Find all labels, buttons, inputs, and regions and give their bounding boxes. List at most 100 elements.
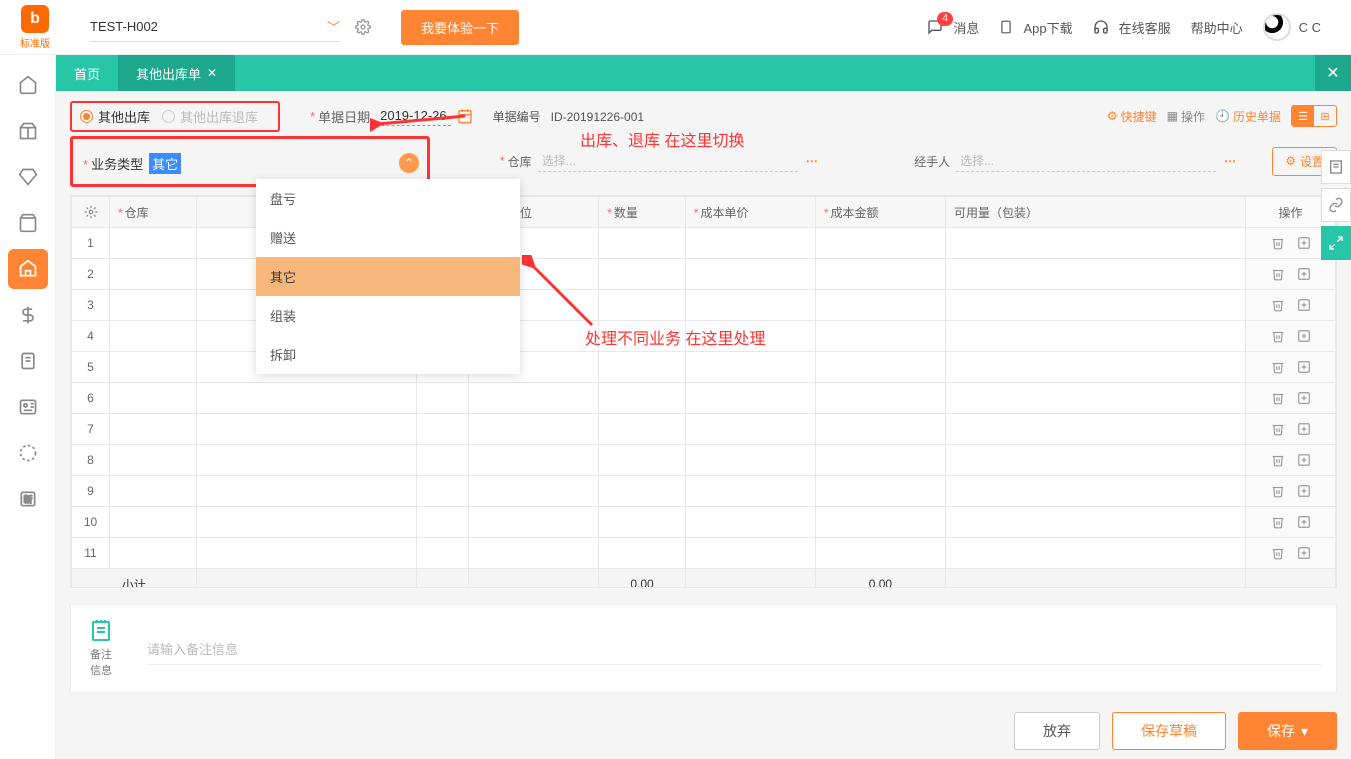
warehouse-select[interactable]: 选择...	[538, 150, 798, 172]
dropdown-item[interactable]: 组装	[256, 296, 520, 335]
save-button[interactable]: 保存 ▾	[1238, 712, 1337, 750]
svg-text:新: 新	[23, 494, 31, 504]
row-number: 4	[72, 321, 110, 352]
close-icon[interactable]: ✕	[207, 66, 217, 80]
delete-icon[interactable]	[1271, 391, 1285, 406]
headset-icon	[1093, 19, 1114, 36]
row-number: 2	[72, 259, 110, 290]
outbound-type-group: 其他出库 其他出库退库	[70, 101, 280, 132]
phone-icon	[999, 19, 1018, 36]
add-icon[interactable]	[1297, 546, 1311, 561]
add-icon[interactable]	[1297, 329, 1311, 344]
shortcut-link[interactable]: ⚙快捷键	[1107, 108, 1157, 125]
delete-icon[interactable]	[1271, 484, 1285, 499]
delete-icon[interactable]	[1271, 329, 1285, 344]
handler-field: 经手人 选择... ⋯	[914, 150, 1258, 172]
sidebar-diamond-icon[interactable]	[8, 157, 48, 197]
online-service-link[interactable]: 在线客服	[1093, 18, 1171, 37]
avatar-icon	[1263, 13, 1291, 41]
sidebar-warehouse-icon[interactable]	[8, 249, 48, 289]
experience-button[interactable]: 我要体验一下	[401, 10, 519, 45]
sidebar-bag-icon[interactable]	[8, 203, 48, 243]
add-icon[interactable]	[1297, 422, 1311, 437]
tab-home[interactable]: 首页	[56, 55, 118, 91]
radio-outbound[interactable]: 其他出库	[80, 107, 150, 126]
sidebar-home-icon[interactable]	[8, 65, 48, 105]
more-icon[interactable]: ⋯	[1224, 154, 1236, 168]
col-qty: *数量	[599, 197, 686, 228]
col-warehouse: *仓库	[110, 197, 197, 228]
delete-icon[interactable]	[1271, 422, 1285, 437]
main-content: 首页 其他出库单 ✕ ✕ 其他出库 其他出库退库	[56, 55, 1351, 759]
sidebar-money-icon[interactable]	[8, 295, 48, 335]
messages-link[interactable]: 4 消息	[927, 18, 979, 37]
table-row[interactable]: 10	[72, 507, 1336, 538]
add-icon[interactable]	[1297, 236, 1311, 251]
list-view-icon[interactable]: ☰	[1292, 106, 1314, 126]
handler-select[interactable]: 选择...	[956, 150, 1216, 172]
close-all-tabs[interactable]: ✕	[1315, 55, 1351, 91]
chevron-up-icon[interactable]: ⌃	[399, 153, 419, 173]
table-row[interactable]: 6	[72, 383, 1336, 414]
table-row[interactable]: 11	[72, 538, 1336, 569]
settings-icon[interactable]	[355, 19, 371, 35]
app-download-link[interactable]: App下载	[999, 18, 1072, 37]
tab-other-outbound[interactable]: 其他出库单 ✕	[118, 55, 235, 91]
add-icon[interactable]	[1297, 453, 1311, 468]
footer-buttons: 放弃 保存草稿 保存 ▾	[56, 703, 1351, 759]
add-icon[interactable]	[1297, 515, 1311, 530]
tool-note-icon[interactable]	[1321, 150, 1351, 184]
user-menu[interactable]: C C	[1263, 13, 1321, 41]
sidebar-new-icon[interactable]: 新	[8, 479, 48, 519]
toolbar-right: ⚙快捷键 ▦操作 🕘历史单据 ☰ ⊞	[1107, 105, 1337, 127]
discard-button[interactable]: 放弃	[1014, 712, 1100, 750]
view-toggle[interactable]: ☰ ⊞	[1291, 105, 1337, 127]
add-icon[interactable]	[1297, 360, 1311, 375]
org-selector[interactable]: TEST-H002 ﹀	[90, 12, 340, 42]
save-draft-button[interactable]: 保存草稿	[1112, 712, 1226, 750]
logo-icon: b	[21, 5, 49, 33]
delete-icon[interactable]	[1271, 515, 1285, 530]
dropdown-item-selected[interactable]: 其它	[256, 257, 520, 296]
more-icon[interactable]: ⋯	[806, 154, 818, 168]
table-row[interactable]: 9	[72, 476, 1336, 507]
chevron-down-icon: ▾	[1301, 723, 1308, 740]
delete-icon[interactable]	[1271, 546, 1285, 561]
dropdown-item[interactable]: 拆卸	[256, 335, 520, 374]
sidebar-gift-icon[interactable]	[8, 111, 48, 151]
table-row[interactable]: 7	[72, 414, 1336, 445]
logo[interactable]: b 标准版	[10, 5, 60, 50]
sidebar-clipboard-icon[interactable]	[8, 341, 48, 381]
table-row[interactable]: 8	[72, 445, 1336, 476]
message-badge: 4	[937, 12, 953, 26]
dropdown-item[interactable]: 盘亏	[256, 179, 520, 218]
delete-icon[interactable]	[1271, 267, 1285, 282]
add-icon[interactable]	[1297, 298, 1311, 313]
delete-icon[interactable]	[1271, 453, 1285, 468]
column-settings[interactable]	[72, 197, 110, 228]
remark-area: 备注信息 请输入备注信息	[70, 604, 1337, 693]
annotation-arrow-icon	[370, 111, 470, 137]
gear-icon: ⚙	[1285, 154, 1296, 168]
delete-icon[interactable]	[1271, 360, 1285, 375]
row-number: 6	[72, 383, 110, 414]
sidebar-user-card-icon[interactable]	[8, 387, 48, 427]
tool-link-icon[interactable]	[1321, 188, 1351, 222]
add-icon[interactable]	[1297, 267, 1311, 282]
tool-expand-icon[interactable]	[1321, 226, 1351, 260]
add-icon[interactable]	[1297, 484, 1311, 499]
form-row-2: *业务类型 其它 ⌃ * 仓库 选择... ⋯ 经手人 选择... ⋯ ⚙	[70, 139, 1337, 183]
history-link[interactable]: 🕘历史单据	[1215, 108, 1281, 125]
clock-icon: 🕘	[1215, 109, 1230, 123]
delete-icon[interactable]	[1271, 298, 1285, 313]
radio-outbound-return[interactable]: 其他出库退库	[162, 107, 258, 126]
help-center-link[interactable]: 帮助中心	[1191, 18, 1243, 37]
sidebar-sync-icon[interactable]	[8, 433, 48, 473]
delete-icon[interactable]	[1271, 236, 1285, 251]
remark-input[interactable]: 请输入备注信息	[147, 633, 1322, 665]
card-view-icon[interactable]: ⊞	[1314, 106, 1336, 126]
dropdown-item[interactable]: 赠送	[256, 218, 520, 257]
org-name: TEST-H002	[90, 19, 158, 34]
operate-link[interactable]: ▦操作	[1167, 108, 1205, 125]
add-icon[interactable]	[1297, 391, 1311, 406]
